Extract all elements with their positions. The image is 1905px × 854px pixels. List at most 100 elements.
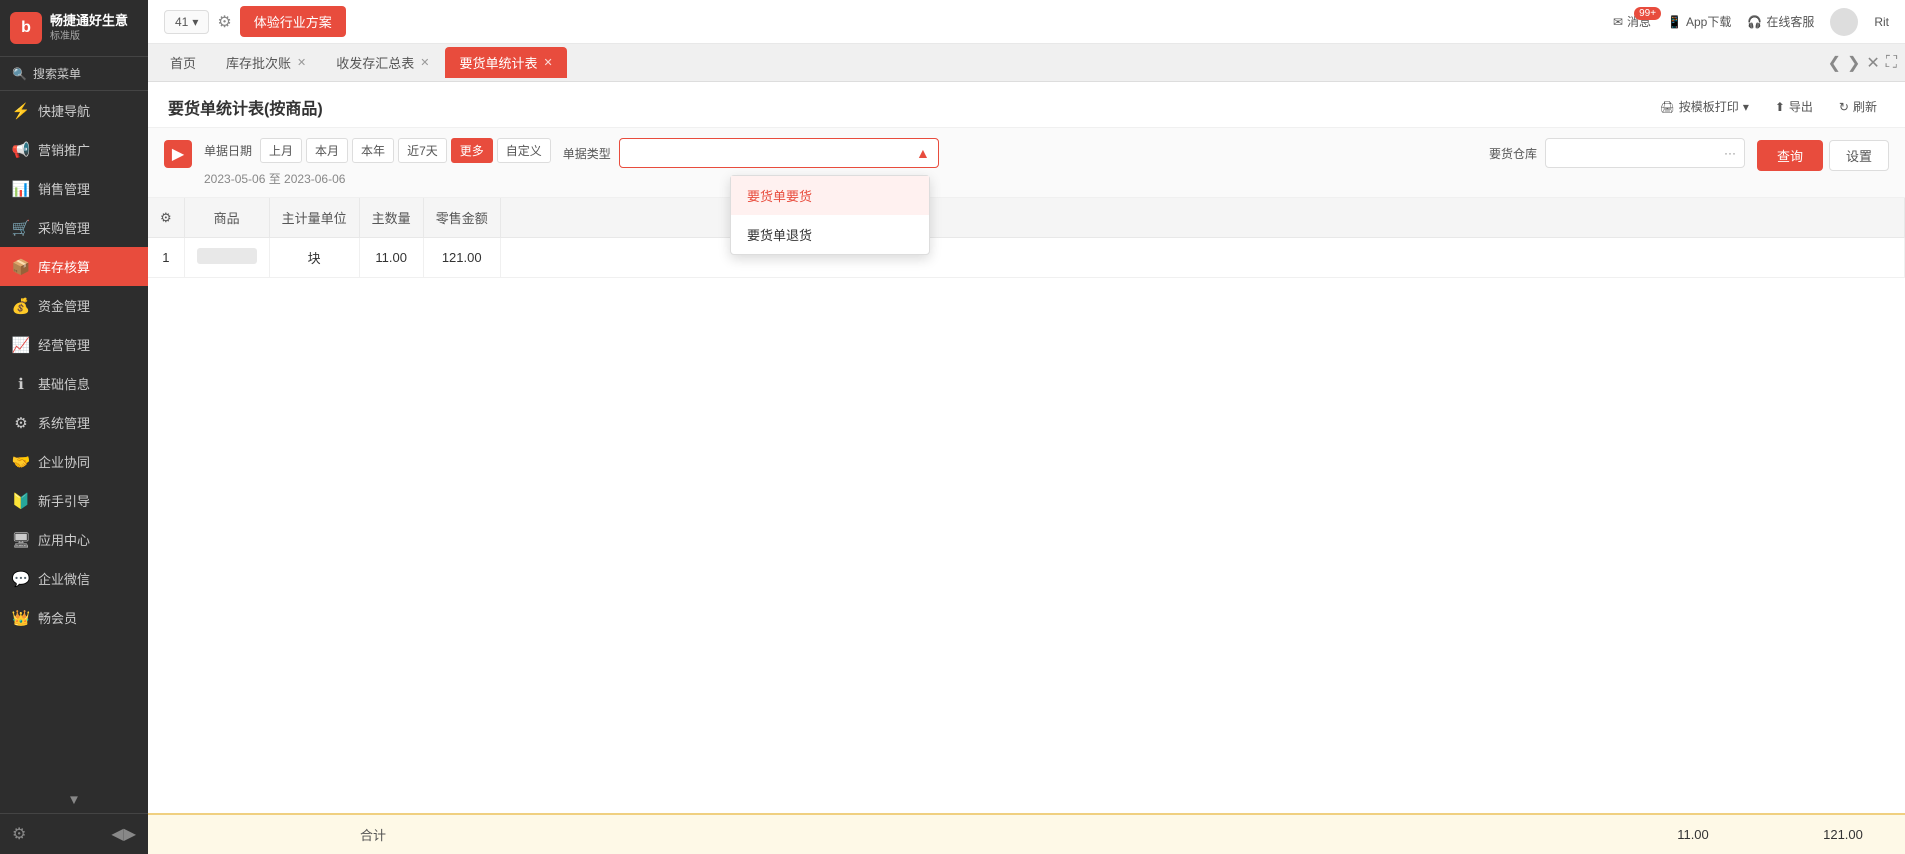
type-filter-select[interactable]: ▲ <box>619 138 939 168</box>
page-header-actions: 🖨 按模板打印 ▾ ⬆ 导出 ↻ 刷新 <box>1652 94 1885 119</box>
date-buttons: 上月 本月 本年 近7天 更多 自定义 <box>260 138 551 163</box>
app-name: 畅捷通好生意 <box>50 12 128 30</box>
row-qty: 11.00 <box>359 238 423 278</box>
filter-actions: 查询 设置 <box>1757 140 1889 171</box>
avatar[interactable] <box>1830 8 1858 36</box>
tab-close-all-icon[interactable]: ✕ <box>1866 53 1879 73</box>
sidebar-logo-text: 畅捷通好生意 标准版 <box>50 12 128 44</box>
search-menu[interactable]: 🔍 搜索菜单 <box>0 57 148 91</box>
sidebar-item-wechat[interactable]: 💬 企业微信 <box>0 559 148 598</box>
sidebar-item-label: 应用中心 <box>38 530 90 549</box>
enterprise-icon: 🤝 <box>12 453 30 471</box>
messages-icon: ✉ <box>1613 15 1623 29</box>
row-seq: 1 <box>148 238 184 278</box>
app-download-btn[interactable]: 📱 App下载 <box>1667 13 1731 30</box>
main-area: 41 ▾ ⚙ 体验行业方案 ✉ 消息 99+ 📱 App下载 🎧 在线客服 Ri… <box>148 0 1905 854</box>
system-icon: ⚙ <box>12 414 30 432</box>
filter-bar: ▶ 单据日期 上月 本月 本年 近7天 更多 自定义 2023-05-06 至 … <box>148 128 1905 198</box>
sidebar-item-system[interactable]: ⚙ 系统管理 <box>0 403 148 442</box>
product-placeholder <box>197 248 257 264</box>
export-btn[interactable]: ⬆ 导出 <box>1767 94 1821 119</box>
date-btn-this-year[interactable]: 本年 <box>352 138 394 163</box>
date-range-display: 2023-05-06 至 2023-06-06 <box>204 170 551 187</box>
sidebar-item-guide[interactable]: 🔰 新手引导 <box>0 481 148 520</box>
dropdown-option-order-return[interactable]: 要货单退货 <box>731 215 929 254</box>
app-version: 标准版 <box>50 30 128 44</box>
tab-scroll-right-icon[interactable]: ❯ <box>1847 53 1860 73</box>
sidebar-item-marketing[interactable]: 📢 营销推广 <box>0 130 148 169</box>
print-icon: 🖨 <box>1660 100 1675 114</box>
date-btn-custom[interactable]: 自定义 <box>497 138 551 163</box>
filter-settings-btn[interactable]: 设置 <box>1829 140 1889 171</box>
appcenter-icon: 🖥 <box>12 531 30 549</box>
print-btn-label: 按模板打印 <box>1679 98 1739 115</box>
sidebar-item-label: 企业协同 <box>38 452 90 471</box>
sidebar-item-finance[interactable]: 💰 资金管理 <box>0 286 148 325</box>
refresh-btn-label: 刷新 <box>1853 98 1877 115</box>
sidebar-nav: ⚡ 快捷导航 📢 营销推广 📊 销售管理 🛒 采购管理 📦 库存核算 💰 资金管… <box>0 91 148 786</box>
warehouse-filter-label: 要货仓库 <box>1489 145 1537 162</box>
refresh-btn[interactable]: ↻ 刷新 <box>1831 94 1885 119</box>
branch-dropdown[interactable]: 41 ▾ <box>164 10 209 34</box>
basic-icon: ℹ <box>12 375 30 393</box>
topbar-right: ✉ 消息 99+ 📱 App下载 🎧 在线客服 Rit <box>1613 8 1889 36</box>
sidebar-item-enterprise[interactable]: 🤝 企业协同 <box>0 442 148 481</box>
sidebar-item-label: 畅会员 <box>38 608 77 627</box>
export-icon: ⬆ <box>1775 100 1785 114</box>
table-row: 1 块 11.00 121.00 <box>148 238 1905 278</box>
online-service-btn[interactable]: 🎧 在线客服 <box>1747 13 1814 30</box>
search-menu-label: 搜索菜单 <box>33 65 81 82</box>
online-service-label: 在线客服 <box>1766 13 1814 30</box>
sidebar-item-basic[interactable]: ℹ 基础信息 <box>0 364 148 403</box>
sidebar-item-operation[interactable]: 📈 经营管理 <box>0 325 148 364</box>
sidebar-item-inventory[interactable]: 📦 库存核算 <box>0 247 148 286</box>
date-btn-last-month[interactable]: 上月 <box>260 138 302 163</box>
close-icon[interactable]: ✕ <box>297 56 306 69</box>
tab-receive-summary-label: 收发存汇总表 <box>336 53 414 72</box>
footer-label: 合计 <box>160 825 386 844</box>
tab-home[interactable]: 首页 <box>156 47 210 78</box>
close-icon[interactable]: ✕ <box>544 56 553 69</box>
sidebar-item-label: 企业微信 <box>38 569 90 588</box>
gear-icon[interactable]: ⚙ <box>217 12 231 32</box>
sidebar-item-member[interactable]: 👑 畅会员 <box>0 598 148 637</box>
th-settings[interactable]: ⚙ <box>148 198 184 238</box>
sidebar-item-label: 资金管理 <box>38 296 90 315</box>
inventory-icon: 📦 <box>12 258 30 276</box>
sidebar-item-appcenter[interactable]: 🖥 应用中心 <box>0 520 148 559</box>
tab-inventory-batch[interactable]: 库存批次账 ✕ <box>212 47 320 78</box>
messages-btn[interactable]: ✉ 消息 99+ <box>1613 13 1651 30</box>
sidebar-item-shortcut[interactable]: ⚡ 快捷导航 <box>0 91 148 130</box>
tab-receive-summary[interactable]: 收发存汇总表 ✕ <box>322 47 443 78</box>
date-btn-last7days[interactable]: 近7天 <box>398 138 447 163</box>
headset-icon: 🎧 <box>1747 15 1762 29</box>
tab-scroll-left-icon[interactable]: ❮ <box>1828 53 1841 73</box>
page-header: 要货单统计表(按商品) 🖨 按模板打印 ▾ ⬆ 导出 ↻ 刷新 <box>148 82 1905 128</box>
trial-btn[interactable]: 体验行业方案 <box>240 6 346 37</box>
sidebar-item-sales[interactable]: 📊 销售管理 <box>0 169 148 208</box>
filter-expand-btn[interactable]: ▶ <box>164 140 192 168</box>
date-btn-more[interactable]: 更多 <box>451 138 493 163</box>
th-qty: 主数量 <box>359 198 423 238</box>
sidebar-item-label: 销售管理 <box>38 179 90 198</box>
sidebar-item-purchase[interactable]: 🛒 采购管理 <box>0 208 148 247</box>
warehouse-input[interactable]: ··· <box>1545 138 1745 168</box>
dropdown-option-order-goods[interactable]: 要货单要货 <box>731 176 929 215</box>
topbar-left: 41 ▾ ⚙ 体验行业方案 <box>164 6 1601 37</box>
warehouse-more-icon[interactable]: ··· <box>1724 146 1736 160</box>
guide-icon: 🔰 <box>12 492 30 510</box>
tab-order-stats[interactable]: 要货单统计表 ✕ <box>445 47 566 78</box>
collapse-icon[interactable]: ◀▶ <box>111 824 136 844</box>
close-icon[interactable]: ✕ <box>420 56 429 69</box>
app-download-label: App下载 <box>1686 13 1731 30</box>
date-btn-this-month[interactable]: 本月 <box>306 138 348 163</box>
settings-icon[interactable]: ⚙ <box>12 824 26 844</box>
topbar: 41 ▾ ⚙ 体验行业方案 ✉ 消息 99+ 📱 App下载 🎧 在线客服 Ri… <box>148 0 1905 44</box>
print-btn[interactable]: 🖨 按模板打印 ▾ <box>1652 94 1757 119</box>
sidebar-item-label: 库存核算 <box>38 257 90 276</box>
messages-badge: 99+ <box>1634 7 1661 20</box>
query-btn[interactable]: 查询 <box>1757 140 1823 171</box>
fullscreen-icon[interactable]: ⛶ <box>1886 54 1897 72</box>
sidebar-scroll-down[interactable]: ▼ <box>0 786 148 813</box>
page-title: 要货单统计表(按商品) <box>168 95 323 119</box>
